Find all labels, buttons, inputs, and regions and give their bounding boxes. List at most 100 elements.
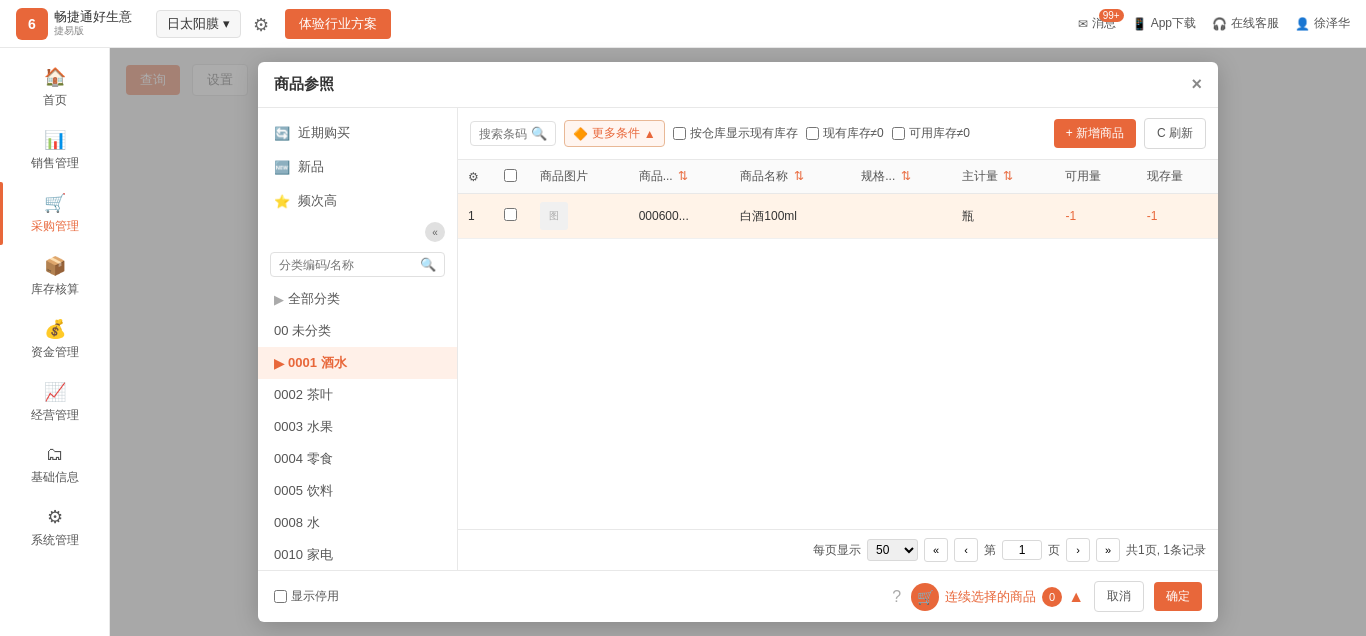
sidebar-item-inventory[interactable]: 📦 库存核算: [0, 245, 109, 308]
col-code[interactable]: 商品... ⇅: [629, 160, 731, 194]
user-name: 徐泽华: [1314, 15, 1350, 32]
category-search-input[interactable]: [279, 258, 416, 272]
show-disabled-checkbox[interactable]: 显示停用: [274, 588, 339, 605]
category-search-icon[interactable]: 🔍: [420, 257, 436, 272]
sidebar-item-finance[interactable]: 💰 资金管理: [0, 308, 109, 371]
phone-icon: 📱: [1132, 17, 1147, 31]
category-item-0002[interactable]: 0002 茶叶: [258, 379, 457, 411]
col-img: 商品图片: [530, 160, 629, 194]
settings-icon[interactable]: ⚙: [253, 14, 273, 34]
checkbox-available-nonzero-label: 可用库存≠0: [909, 125, 970, 142]
checkbox-warehouse-input[interactable]: [673, 127, 686, 140]
category-item-0010[interactable]: 0010 家电: [258, 539, 457, 562]
right-panel: 🔍 🔶 更多条件 ▲ 按仓库显示现有库存: [458, 108, 1218, 570]
category-item-0001[interactable]: ▶ 0001 酒水: [258, 347, 457, 379]
sort-name-icon: ⇅: [794, 169, 804, 183]
cart-area[interactable]: 🛒 连续选择的商品 0 ▲: [911, 583, 1084, 611]
main-layout: 🏠 首页 📊 销售管理 🛒 采购管理 📦 库存核算 💰 资金管理 📈 经营管理 …: [0, 48, 1366, 636]
checkbox-available-nonzero-input[interactable]: [892, 127, 905, 140]
page-label: 第: [984, 542, 996, 559]
checkbox-warehouse-label: 按仓库显示现有库存: [690, 125, 798, 142]
new-products-item[interactable]: 🆕 新品: [258, 150, 457, 184]
frequent-icon: ⭐: [274, 194, 290, 209]
online-service-item[interactable]: 🎧 在线客服: [1212, 15, 1279, 32]
finance-icon: 💰: [44, 318, 66, 340]
show-disabled-input[interactable]: [274, 590, 287, 603]
col-available: 可用量: [1055, 160, 1136, 194]
sidebar-item-home[interactable]: 🏠 首页: [0, 56, 109, 119]
sidebar-label-operations: 经营管理: [31, 407, 79, 424]
right-toolbar: 🔍 🔶 更多条件 ▲ 按仓库显示现有库存: [458, 108, 1218, 160]
sidebar-item-purchase[interactable]: 🛒 采购管理: [0, 182, 109, 245]
checkbox-available-nonzero[interactable]: 可用库存≠0: [892, 125, 970, 142]
sidebar-item-sales[interactable]: 📊 销售管理: [0, 119, 109, 182]
frequent-item[interactable]: ⭐ 频次高: [258, 184, 457, 218]
search-icon[interactable]: 🔍: [531, 126, 547, 141]
service-label: 在线客服: [1231, 15, 1279, 32]
sidebar-label-sales: 销售管理: [31, 155, 79, 172]
trial-btn[interactable]: 体验行业方案: [285, 9, 391, 39]
refresh-btn[interactable]: C 刷新: [1144, 118, 1206, 149]
confirm-btn[interactable]: 确定: [1154, 582, 1202, 611]
cat-0003-label: 0003 水果: [274, 419, 333, 434]
product-reference-modal: 商品参照 × 🔄 近期购买 🆕 新品: [258, 62, 1218, 622]
sidebar-item-operations[interactable]: 📈 经营管理: [0, 371, 109, 434]
checkbox-stock-nonzero-input[interactable]: [806, 127, 819, 140]
page-number-input[interactable]: [1002, 540, 1042, 560]
sidebar-item-basics[interactable]: 🗂 基础信息: [0, 434, 109, 496]
page-label2: 页: [1048, 542, 1060, 559]
all-category-item[interactable]: ▶ 全部分类: [258, 283, 457, 315]
table-row[interactable]: 1 图 000600... 白酒100ml: [458, 194, 1218, 239]
row-checkbox[interactable]: [504, 208, 517, 221]
last-page-btn[interactable]: »: [1096, 538, 1120, 562]
category-item-0003[interactable]: 0003 水果: [258, 411, 457, 443]
frequent-label: 频次高: [298, 192, 337, 210]
sidebar-label-basics: 基础信息: [31, 469, 79, 486]
headset-icon: 🎧: [1212, 17, 1227, 31]
messages-nav-item[interactable]: ✉ 消息 99+: [1078, 15, 1116, 32]
category-item-00[interactable]: 00 未分类: [258, 315, 457, 347]
per-page-select[interactable]: 50 100: [867, 539, 918, 561]
col-stock-label: 现存量: [1147, 169, 1183, 183]
all-category-label: 全部分类: [288, 290, 340, 308]
cell-img: 图: [530, 194, 629, 239]
col-unit[interactable]: 主计量 ⇅: [952, 160, 1056, 194]
filter-btn[interactable]: 🔶 更多条件 ▲: [564, 120, 665, 147]
add-product-btn[interactable]: + 新增商品: [1054, 119, 1136, 148]
col-name[interactable]: 商品名称 ⇅: [730, 160, 851, 194]
col-spec[interactable]: 规格... ⇅: [851, 160, 952, 194]
category-item-0008[interactable]: 0008 水: [258, 507, 457, 539]
cell-spec: [851, 194, 952, 239]
settings-icon[interactable]: ⚙: [468, 170, 479, 184]
logo-line1: 畅捷通好生意: [54, 9, 132, 25]
app-download-item[interactable]: 📱 App下载: [1132, 15, 1196, 32]
org-dropdown[interactable]: 日太阳膜 ▾: [156, 10, 241, 38]
chevron-down-icon: ▾: [223, 16, 230, 31]
sales-icon: 📊: [44, 129, 66, 151]
category-item-0005[interactable]: 0005 饮料: [258, 475, 457, 507]
next-page-btn[interactable]: ›: [1066, 538, 1090, 562]
first-page-btn[interactable]: «: [924, 538, 948, 562]
sort-unit-icon: ⇅: [1003, 169, 1013, 183]
sidebar-item-system[interactable]: ⚙ 系统管理: [0, 496, 109, 559]
col-unit-label: 主计量: [962, 169, 998, 183]
select-all-checkbox[interactable]: [504, 169, 517, 182]
help-icon[interactable]: ?: [892, 588, 901, 606]
recent-buy-item[interactable]: 🔄 近期购买: [258, 116, 457, 150]
modal-close-btn[interactable]: ×: [1191, 74, 1202, 95]
recent-icon: 🔄: [274, 126, 290, 141]
user-avatar[interactable]: 👤 徐泽华: [1295, 15, 1350, 32]
modal-body: 🔄 近期购买 🆕 新品 ⭐ 频次高 «: [258, 108, 1218, 570]
product-table: ⚙ 商品图片: [458, 160, 1218, 239]
product-search-input[interactable]: [479, 127, 527, 141]
message-icon: ✉: [1078, 17, 1088, 31]
prev-page-btn[interactable]: ‹: [954, 538, 978, 562]
checkbox-warehouse[interactable]: 按仓库显示现有库存: [673, 125, 798, 142]
category-item-0004[interactable]: 0004 零食: [258, 443, 457, 475]
top-nav: 6 畅捷通好生意 捷易版 日太阳膜 ▾ ⚙ 体验行业方案 ✉ 消息 99+ 📱 …: [0, 0, 1366, 48]
collapse-panel-btn[interactable]: «: [425, 222, 445, 242]
logo-icon: 6: [16, 8, 48, 40]
cart-up-icon[interactable]: ▲: [1068, 588, 1084, 606]
checkbox-stock-nonzero[interactable]: 现有库存≠0: [806, 125, 884, 142]
cancel-btn[interactable]: 取消: [1094, 581, 1144, 612]
